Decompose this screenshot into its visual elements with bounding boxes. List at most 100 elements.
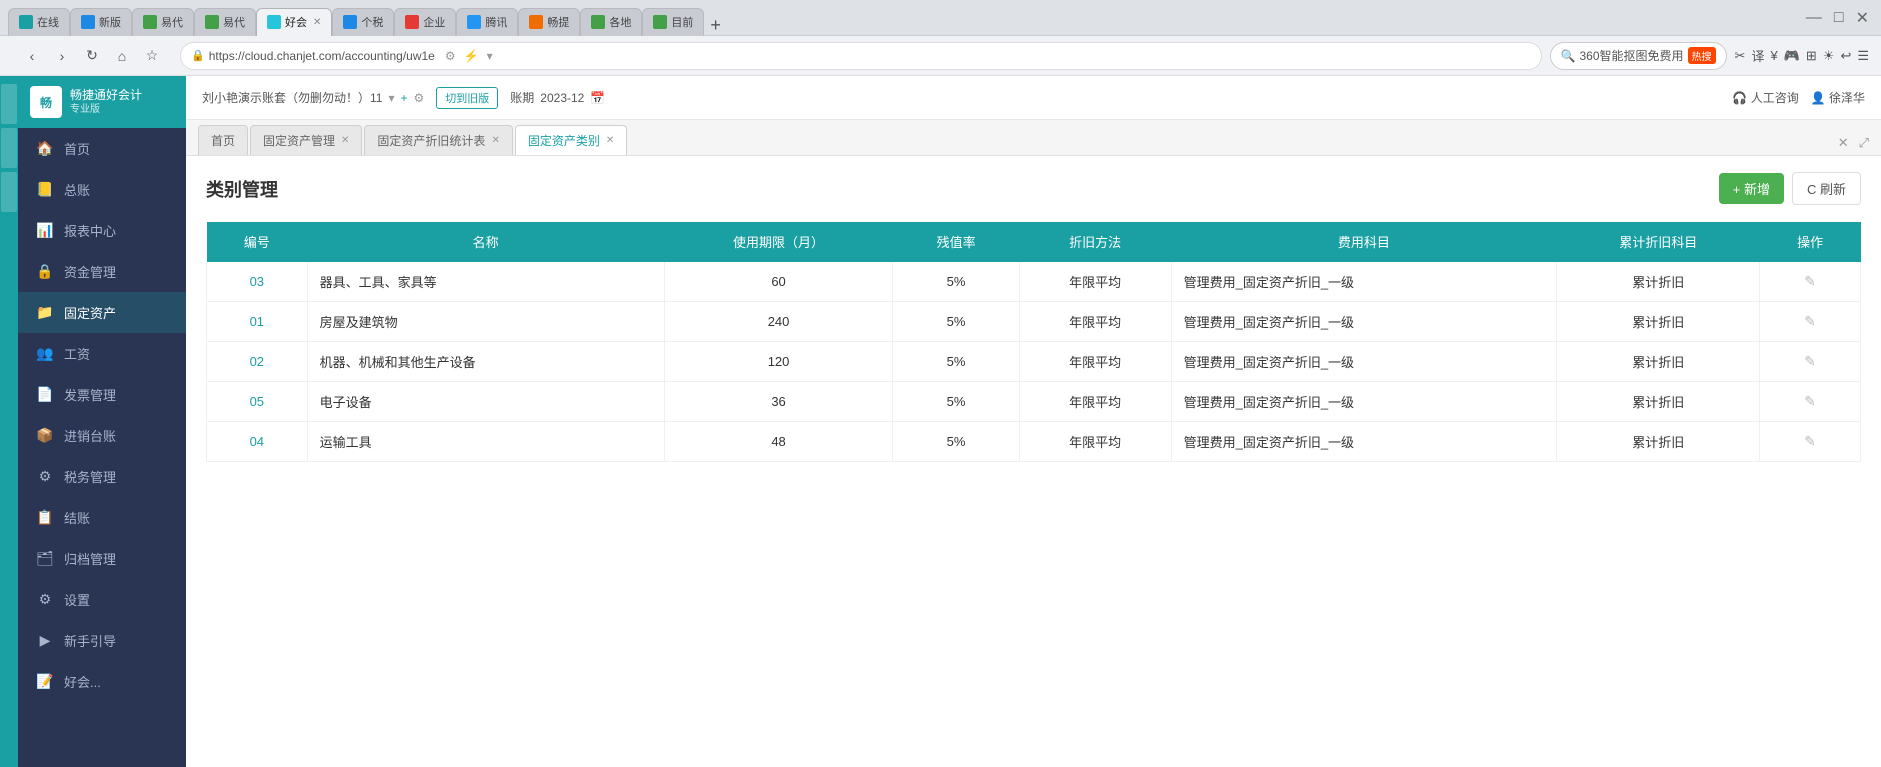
user-info: 刘小艳演示账套（勿删勿动！）11 ▾ + ⚙ — [202, 89, 424, 106]
cell-expense: 管理费用_固定资产折旧_一级 — [1171, 382, 1557, 422]
add-button[interactable]: + 新增 — [1719, 173, 1784, 204]
cell-action: ✎ — [1760, 342, 1861, 382]
tab-home[interactable]: 首页 — [198, 125, 248, 155]
refresh-button[interactable]: C 刷新 — [1792, 172, 1861, 205]
undo-icon[interactable]: ↩ — [1840, 48, 1851, 64]
sidebar-item-funds[interactable]: 🔒 资金管理 — [18, 251, 186, 292]
browser-tab-online[interactable]: 在线 — [8, 8, 70, 36]
brightness-icon[interactable]: ☀ — [1823, 48, 1835, 64]
cell-code: 02 — [207, 342, 308, 382]
translate-icon[interactable]: 译 — [1751, 46, 1764, 65]
wallet-icon[interactable]: ¥ — [1770, 48, 1777, 63]
browser-tab-yidai1[interactable]: 易代 — [132, 8, 194, 36]
browser-tab-yidai2[interactable]: 易代 — [194, 8, 256, 36]
tab-close-haohui[interactable]: ✕ — [313, 17, 321, 28]
ledger-icon: 📒 — [36, 181, 54, 199]
close-window-button[interactable]: ✕ — [1856, 8, 1869, 28]
sidebar-item-payroll[interactable]: 👥 工资 — [18, 333, 186, 374]
guide-icon: ▶ — [36, 632, 54, 650]
sidebar-item-fixed-assets[interactable]: 📁 固定资产 — [18, 292, 186, 333]
tab-icon-tencent — [467, 15, 481, 29]
sidebar-item-invoice[interactable]: 📄 发票管理 — [18, 374, 186, 415]
sidebar-item-reports[interactable]: 📊 报表中心 — [18, 210, 186, 251]
browser-tab-gedi[interactable]: 各地 — [580, 8, 642, 36]
browser-tab-haohui[interactable]: 好会 ✕ — [256, 8, 332, 36]
browser-tab-bar: 在线 新版 易代 易代 好会 ✕ 个税 企业 腾讯 — [0, 0, 1881, 36]
tab-asset-category[interactable]: 固定资产类别 ✕ — [515, 125, 627, 155]
version-switch-button[interactable]: 切到旧版 — [436, 87, 498, 109]
cell-action: ✎ — [1760, 422, 1861, 462]
browser-tab-new[interactable]: 新版 — [70, 8, 132, 36]
browser-tab-muqian[interactable]: 目前 — [642, 8, 704, 36]
cell-action: ✎ — [1760, 382, 1861, 422]
menu-icon[interactable]: ☰ — [1857, 48, 1869, 64]
quick-item-2[interactable] — [1, 128, 17, 168]
tab-icon-yidai1 — [143, 15, 157, 29]
edit-icon[interactable]: ✎ — [1804, 353, 1816, 369]
add-account-button[interactable]: + — [401, 91, 408, 105]
cell-code: 03 — [207, 262, 308, 302]
browser-tab-tax[interactable]: 个税 — [332, 8, 394, 36]
edit-icon[interactable]: ✎ — [1804, 393, 1816, 409]
calendar-icon[interactable]: 📅 — [590, 91, 605, 105]
archive-icon: 🗂 — [36, 550, 54, 568]
back-button[interactable]: ‹ — [20, 44, 44, 68]
close-tab-depreciation-stats[interactable]: ✕ — [491, 135, 499, 146]
dropdown-chevron-icon[interactable]: ▾ — [388, 91, 394, 105]
cell-residual: 5% — [893, 342, 1019, 382]
new-tab-button[interactable]: + — [704, 15, 727, 36]
tab-fixed-asset-manage[interactable]: 固定资产管理 ✕ — [250, 125, 362, 155]
cell-action: ✎ — [1760, 302, 1861, 342]
close-tab-fixed-asset-manage[interactable]: ✕ — [341, 135, 349, 146]
window-control-buttons: ✕ ⤢ — [1838, 135, 1869, 155]
forward-button[interactable]: › — [50, 44, 74, 68]
home-button[interactable]: ⌂ — [110, 44, 134, 68]
sidebar-item-help[interactable]: 📝 好会... — [18, 661, 186, 702]
cell-method: 年限平均 — [1019, 422, 1171, 462]
collapse-window-button[interactable]: ✕ — [1838, 135, 1849, 151]
cell-accum: 累计折旧 — [1557, 342, 1760, 382]
edit-icon[interactable]: ✎ — [1804, 313, 1816, 329]
cell-expense: 管理费用_固定资产折旧_一级 — [1171, 342, 1557, 382]
game-icon[interactable]: 🎮 — [1784, 48, 1800, 64]
quick-item-3[interactable] — [1, 172, 17, 212]
browser-tabs: 在线 新版 易代 易代 好会 ✕ 个税 企业 腾讯 — [8, 0, 1798, 36]
col-header-name: 名称 — [307, 222, 664, 262]
page-title: 类别管理 — [206, 176, 278, 202]
address-field[interactable]: 🔒 https://cloud.chanjet.com/accounting/u… — [180, 42, 1542, 70]
sidebar-item-settings[interactable]: ⚙ 设置 — [18, 579, 186, 620]
sidebar-item-home[interactable]: 🏠 首页 — [18, 128, 186, 169]
ai-consult-button[interactable]: 🎧 人工咨询 — [1732, 89, 1798, 106]
browser-tab-tencent[interactable]: 腾讯 — [456, 8, 518, 36]
address-bar: ‹ › ↻ ⌂ ☆ 🔒 https://cloud.chanjet.com/ac… — [0, 36, 1881, 76]
bookmark-button[interactable]: ☆ — [140, 44, 164, 68]
cell-residual: 5% — [893, 422, 1019, 462]
minimize-button[interactable]: — — [1806, 9, 1822, 27]
grid-icon[interactable]: ⊞ — [1806, 48, 1817, 64]
logo-icon: 畅 — [30, 86, 62, 118]
scissors-icon[interactable]: ✂ — [1735, 48, 1746, 64]
reload-button[interactable]: ↻ — [80, 44, 104, 68]
sidebar-item-checkout[interactable]: 📋 结账 — [18, 497, 186, 538]
user-avatar[interactable]: 👤 徐泽华 — [1811, 89, 1865, 106]
payroll-icon: 👥 — [36, 345, 54, 363]
sidebar-item-tax[interactable]: ⚙ 税务管理 — [18, 456, 186, 497]
quick-item-1[interactable] — [1, 84, 17, 124]
edit-icon[interactable]: ✎ — [1804, 433, 1816, 449]
edit-icon[interactable]: ✎ — [1804, 273, 1816, 289]
settings-gear-icon[interactable]: ⚙ — [414, 91, 425, 105]
search-box[interactable]: 🔍 360智能抠图免费用 热搜 — [1550, 42, 1727, 70]
sidebar-item-ledger[interactable]: 📒 总账 — [18, 169, 186, 210]
tab-depreciation-stats[interactable]: 固定资产折旧统计表 ✕ — [364, 125, 512, 155]
browser-tab-enterprise[interactable]: 企业 — [394, 8, 456, 36]
sidebar-item-guide[interactable]: ▶ 新手引导 — [18, 620, 186, 661]
tab-icon-yidai2 — [205, 15, 219, 29]
table-row: 02 机器、机械和其他生产设备 120 5% 年限平均 管理费用_固定资产折旧_… — [207, 342, 1861, 382]
sidebar-item-inventory[interactable]: 📦 进销台账 — [18, 415, 186, 456]
sidebar-item-archive[interactable]: 🗂 归档管理 — [18, 538, 186, 579]
close-tab-asset-category[interactable]: ✕ — [606, 135, 614, 146]
browser-tab-changt[interactable]: 畅提 — [518, 8, 580, 36]
maximize-button[interactable]: □ — [1834, 9, 1844, 27]
expand-window-button[interactable]: ⤢ — [1859, 135, 1869, 151]
invoice-icon: 📄 — [36, 386, 54, 404]
